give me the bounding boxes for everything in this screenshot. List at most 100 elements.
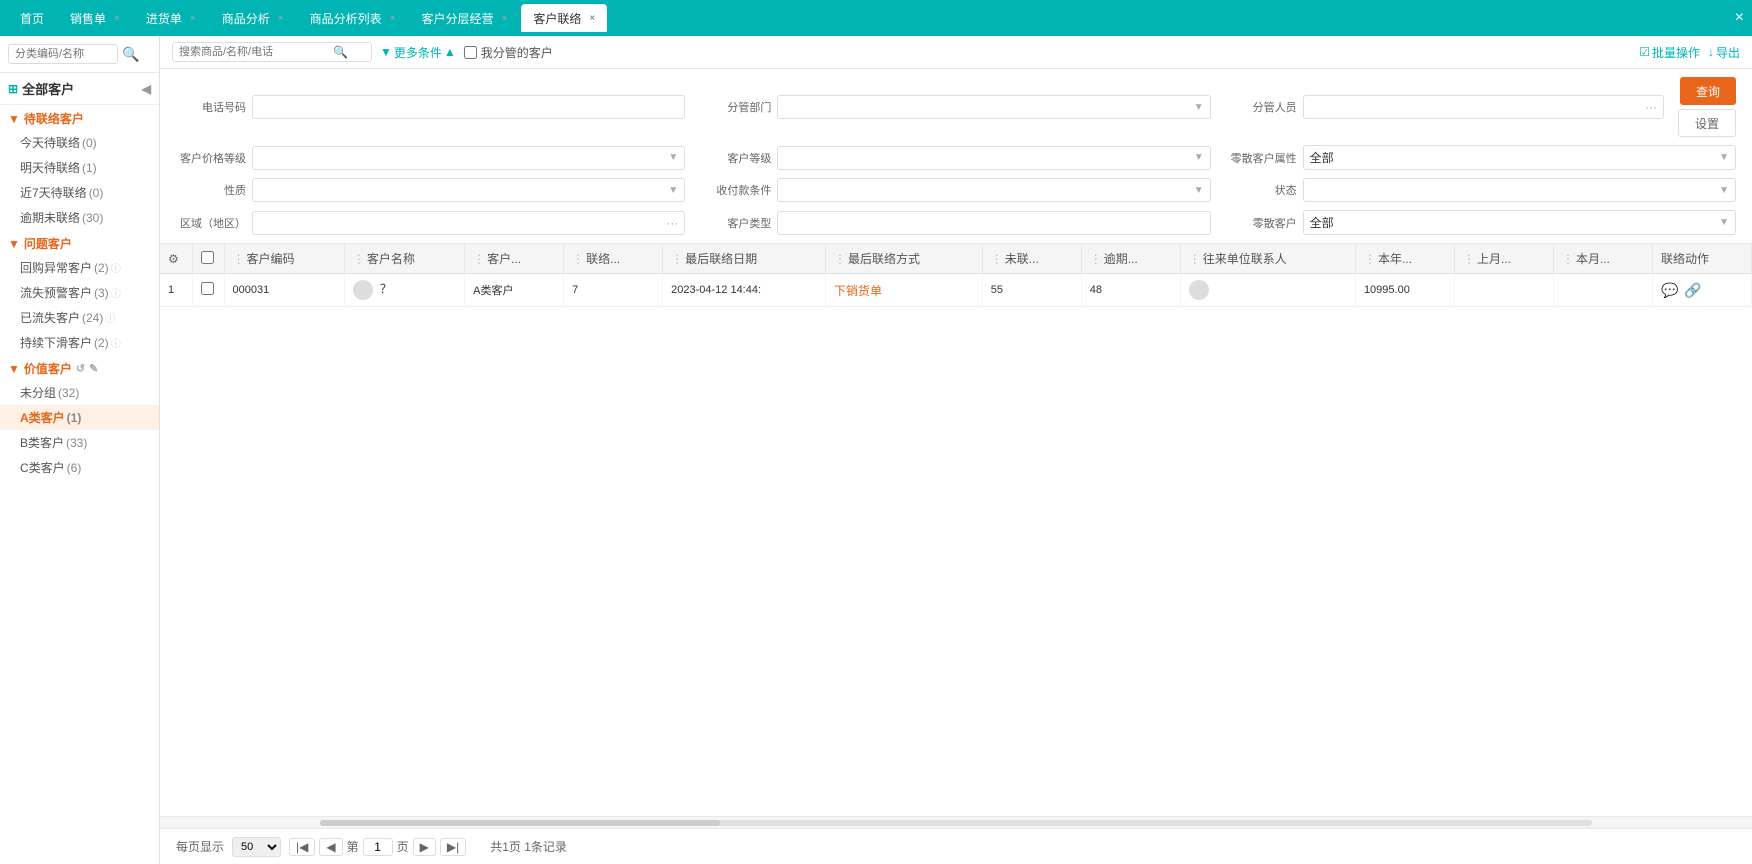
filter-sparse-attr-label: 零散客户属性 — [1227, 150, 1297, 166]
sidebar-item-c-class[interactable]: C类客户 (6) — [0, 455, 159, 480]
tab-customer-tier-label: 客户分层经营 — [421, 10, 493, 27]
sidebar-item-churn-warning[interactable]: 流失预警客户 (3) ⓘ — [0, 280, 159, 305]
filter-price-level-dropdown[interactable]: ▼ — [252, 146, 685, 170]
tab-purchase-label: 进货单 — [146, 10, 182, 27]
sidebar-item-overdue[interactable]: 逾期未联络 (30) — [0, 205, 159, 230]
table-row: 1 000031 ？ A类客户 7 2023-04-12 14:44: 下销货单 — [160, 274, 1752, 307]
filter-nature-dropdown[interactable]: ▼ — [252, 178, 685, 202]
declining-badge: (2) — [94, 336, 109, 350]
my-customers-checkbox[interactable] — [464, 46, 477, 59]
sidebar-search-input[interactable] — [8, 44, 118, 64]
tab-purchase[interactable]: 进货单 × — [134, 4, 208, 32]
b-class-badge: (33) — [66, 436, 87, 450]
first-page-button[interactable]: |◀ — [289, 838, 315, 856]
filter-region-dots[interactable]: ··· — [252, 211, 685, 235]
page-of-label: 页 — [397, 838, 409, 855]
filter-payment-dropdown[interactable]: ▼ — [777, 178, 1210, 202]
filter-nature-label: 性质 — [176, 182, 246, 198]
7days-label: 近7天待联络 — [20, 184, 87, 201]
per-page-label: 每页显示 — [176, 838, 224, 855]
tab-customer-tier[interactable]: 客户分层经营 × — [409, 4, 519, 32]
sidebar-item-churned[interactable]: 已流失客户 (24) ⓘ — [0, 305, 159, 330]
th-overdue-label: 逾期... — [1104, 252, 1138, 266]
page-nav: |◀ ◀ 第 页 ▶ ▶| — [289, 838, 466, 856]
filter-customer-type-input[interactable] — [777, 211, 1210, 235]
sidebar-item-today[interactable]: 今天待联络 (0) — [0, 130, 159, 155]
batch-op-icon: ☑ — [1639, 45, 1650, 59]
row-checkbox[interactable] — [201, 282, 214, 295]
filter-phone-input[interactable] — [252, 95, 685, 119]
tab-sales[interactable]: 销售单 × — [58, 4, 132, 32]
collapse-icon[interactable]: ◀ — [142, 82, 151, 96]
message-icon[interactable]: 💬 — [1661, 282, 1678, 299]
tab-analysis-list-close[interactable]: × — [390, 13, 396, 24]
tab-customer-contact-close[interactable]: × — [589, 13, 595, 24]
tab-customer-contact[interactable]: 客户联络 × — [521, 4, 607, 32]
more-filter-button[interactable]: ▼ 更多条件 ▲ — [380, 44, 456, 61]
sidebar-pending-group: ▼ 待联络客户 — [0, 105, 159, 130]
all-customers-label[interactable]: 全部客户 — [22, 79, 74, 98]
row-last-method: 下销货单 — [825, 274, 982, 307]
horizontal-scrollbar[interactable] — [160, 816, 1752, 828]
tab-purchase-close[interactable]: × — [190, 13, 196, 24]
settings-button[interactable]: 设置 — [1678, 109, 1736, 137]
search-input[interactable] — [179, 46, 329, 58]
value-group-edit-icon[interactable]: ✎ — [89, 362, 98, 375]
gear-icon[interactable]: ⚙ — [168, 252, 179, 266]
next-page-button[interactable]: ▶ — [413, 838, 436, 856]
sidebar-item-7days[interactable]: 近7天待联络 (0) — [0, 180, 159, 205]
filter-panel: 电话号码 分管部门 ▼ 分管人员 ··· — [160, 69, 1752, 244]
my-customers-filter[interactable]: 我分管的客户 — [464, 44, 553, 61]
sidebar-item-a-class[interactable]: A类客户 (1) — [0, 405, 159, 430]
person-avatar — [1189, 280, 1209, 300]
sidebar-search-area: 🔍 — [0, 36, 159, 73]
per-page-select[interactable]: 50 20 100 — [232, 837, 281, 857]
sidebar-item-tomorrow[interactable]: 明天待联络 (1) — [0, 155, 159, 180]
th-gear[interactable]: ⚙ — [160, 244, 192, 274]
filter-sparse-customer-dropdown[interactable]: 全部 ▼ — [1303, 210, 1736, 235]
value-group-refresh-icon[interactable]: ↺ — [76, 362, 85, 375]
table-footer: 每页显示 50 20 100 |◀ ◀ 第 页 ▶ ▶| 共1页 1条记录 — [160, 828, 1752, 864]
last-page-button[interactable]: ▶| — [440, 838, 466, 856]
abnormal-info-icon: ⓘ — [111, 260, 121, 275]
tab-analysis-list[interactable]: 商品分析列表 × — [298, 4, 408, 32]
dept-drop-arrow-icon: ▼ — [1194, 102, 1204, 113]
th-pending: ⋮未联... — [982, 244, 1081, 274]
filter-price-level-label: 客户价格等级 — [176, 150, 246, 166]
filter-customer-level-dropdown[interactable]: ▼ — [777, 146, 1210, 170]
sidebar-item-unclassified[interactable]: 未分组 (32) — [0, 380, 159, 405]
tab-home-label: 首页 — [20, 10, 44, 27]
scrollbar-thumb[interactable] — [320, 820, 720, 826]
tab-home[interactable]: 首页 — [8, 4, 56, 32]
sidebar-search-icon[interactable]: 🔍 — [122, 46, 139, 63]
th-action-label: 联络动作 — [1661, 252, 1709, 266]
tab-analysis-close[interactable]: × — [278, 13, 284, 24]
th-this-month-label: 本月... — [1576, 252, 1610, 266]
filter-dept-dropdown[interactable]: ▼ — [777, 95, 1210, 119]
window-close-icon[interactable]: × — [1735, 9, 1744, 27]
th-last-date: ⋮最后联络日期 — [663, 244, 826, 274]
page-input[interactable] — [363, 838, 393, 856]
sidebar-item-b-class[interactable]: B类客户 (33) — [0, 430, 159, 455]
filter-price-level: 客户价格等级 ▼ — [176, 145, 685, 170]
th-code: ⋮客户编码 — [224, 244, 344, 274]
filter-manager-dots[interactable]: ··· — [1303, 95, 1664, 119]
tab-analysis-list-label: 商品分析列表 — [310, 10, 382, 27]
filter-status-dropdown[interactable]: ▼ — [1303, 178, 1736, 202]
sidebar-item-declining[interactable]: 持续下滑客户 (2) ⓘ — [0, 330, 159, 355]
tab-analysis[interactable]: 商品分析 × — [210, 4, 296, 32]
export-button[interactable]: ↓ 导出 — [1708, 44, 1740, 61]
link-icon[interactable]: 🔗 — [1684, 282, 1701, 299]
tab-customer-tier-close[interactable]: × — [501, 13, 507, 24]
filter-sparse-attr-dropdown[interactable]: 全部 ▼ — [1303, 145, 1736, 170]
prev-page-button[interactable]: ◀ — [319, 838, 342, 856]
last-method-link[interactable]: 下销货单 — [834, 284, 882, 298]
search-icon[interactable]: 🔍 — [333, 45, 348, 59]
problem-group-label: 问题客户 — [24, 235, 72, 252]
batch-op-button[interactable]: ☑ 批量操作 — [1639, 44, 1700, 61]
select-all-checkbox[interactable] — [201, 251, 214, 264]
sidebar-item-abnormal[interactable]: 回购异常客户 (2) ⓘ — [0, 255, 159, 280]
filter-sparse-attr-value: 全部 — [1310, 149, 1334, 166]
query-button[interactable]: 查询 — [1680, 77, 1736, 105]
tab-sales-close[interactable]: × — [114, 13, 120, 24]
